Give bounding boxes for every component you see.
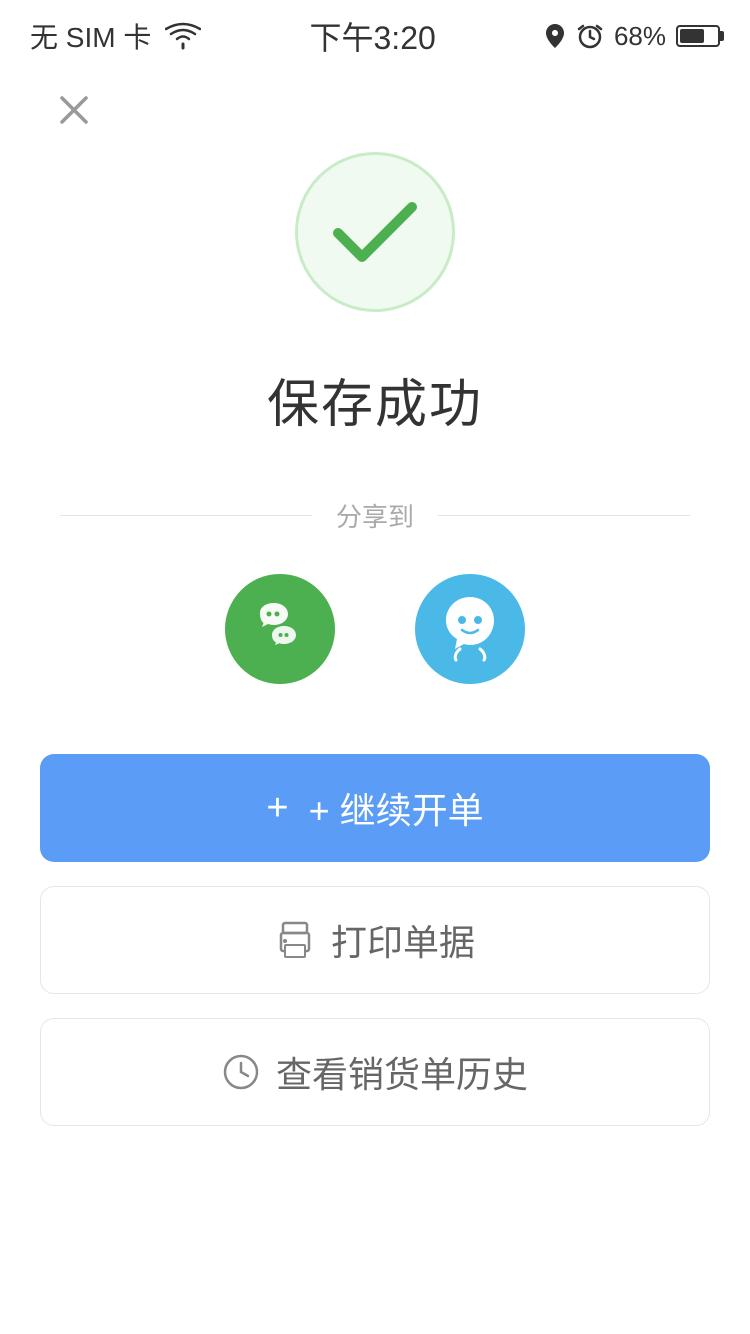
wechat-share-button[interactable]	[225, 574, 335, 684]
alarm-icon	[576, 22, 604, 50]
status-left: 无 SIM 卡	[30, 16, 201, 56]
share-icons-row	[225, 574, 525, 684]
printer-icon	[275, 921, 315, 959]
status-right: 68%	[544, 21, 720, 52]
close-icon	[54, 90, 94, 130]
status-time: 下午3:20	[310, 13, 436, 59]
buttons-section: + + 继续开单 打印单据 查看销货单历史	[0, 754, 750, 1126]
success-circle	[295, 152, 455, 312]
wifi-icon	[165, 22, 201, 50]
clock-icon	[222, 1053, 260, 1091]
battery	[676, 25, 720, 47]
wechat-icon	[246, 599, 314, 659]
share-section: 分享到	[0, 497, 750, 684]
print-button[interactable]: 打印单据	[40, 886, 710, 994]
status-bar: 无 SIM 卡 下午3:20 68%	[0, 0, 750, 72]
continue-label: + 继续开单	[309, 782, 484, 834]
continue-button[interactable]: + + 继续开单	[40, 754, 710, 862]
divider-left	[60, 515, 312, 516]
qq-share-button[interactable]	[415, 574, 525, 684]
sim-text: 无 SIM 卡	[30, 16, 151, 56]
location-icon	[544, 22, 566, 50]
close-button[interactable]	[44, 80, 104, 140]
history-label: 查看销货单历史	[276, 1046, 528, 1098]
qq-icon	[438, 592, 503, 667]
check-icon	[330, 197, 420, 267]
success-title: 保存成功	[267, 362, 483, 437]
print-label: 打印单据	[331, 914, 475, 966]
battery-percent: 68%	[614, 21, 666, 52]
divider-row: 分享到	[0, 497, 750, 534]
main-content: 保存成功 分享到	[0, 72, 750, 1126]
history-button[interactable]: 查看销货单历史	[40, 1018, 710, 1126]
divider-right	[438, 515, 690, 516]
share-label: 分享到	[312, 497, 438, 534]
plus-icon: +	[266, 789, 288, 827]
